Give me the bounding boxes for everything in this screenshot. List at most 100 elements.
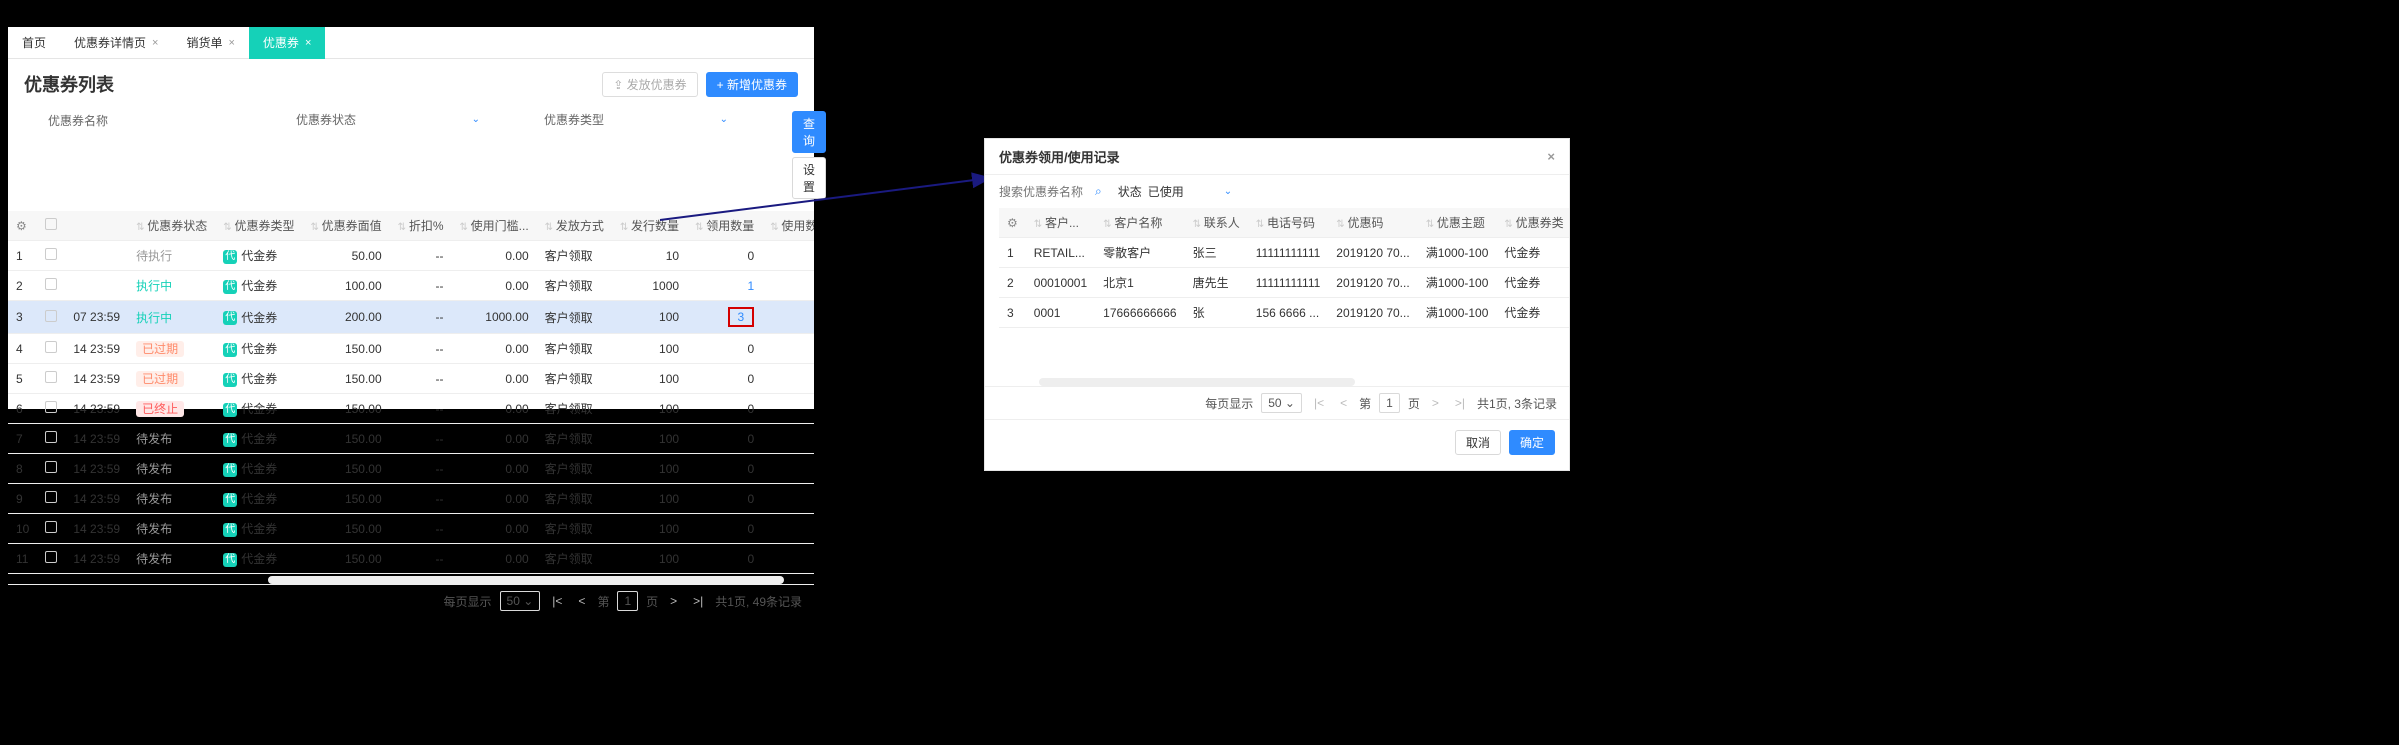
row-coupon-code: 2019120 70... bbox=[1328, 298, 1417, 328]
prev-page-icon[interactable]: < bbox=[574, 594, 589, 608]
first-page-icon[interactable]: |< bbox=[548, 594, 566, 608]
next-page-icon[interactable]: > bbox=[666, 594, 681, 608]
voucher-tag-icon: 代 bbox=[223, 553, 237, 567]
tab-coupon[interactable]: 优惠券× bbox=[249, 27, 325, 59]
type-header[interactable]: 优惠券类型 bbox=[215, 211, 302, 241]
table-row[interactable]: 1014 23:59待发布代代金券150.00--0.00客户领取10000↗▦ bbox=[8, 514, 814, 544]
tab-coupon-detail[interactable]: 优惠券详情页× bbox=[60, 27, 172, 59]
subject-header[interactable]: 优惠主题 bbox=[1418, 208, 1497, 238]
table-row[interactable]: 814 23:59待发布代代金券150.00--0.00客户领取10000↗▦ bbox=[8, 454, 814, 484]
table-row[interactable]: 1RETAIL...零散客户张三111111111112019120 70...… bbox=[999, 238, 1569, 268]
coupon-name-input[interactable] bbox=[116, 111, 236, 130]
row-threshold: 0.00 bbox=[451, 514, 536, 544]
voucher-tag-icon: 代 bbox=[223, 250, 237, 264]
page-input[interactable]: 1 bbox=[617, 591, 638, 611]
checkbox-header[interactable] bbox=[37, 211, 65, 241]
tab-home[interactable]: 首页 bbox=[8, 27, 60, 59]
share-icon: ⇪ bbox=[613, 78, 626, 92]
row-threshold: 0.00 bbox=[451, 454, 536, 484]
cancel-button[interactable]: 取消 bbox=[1455, 430, 1501, 455]
status-select[interactable]: ⌄ bbox=[364, 112, 484, 128]
gear-header[interactable]: ⚙ bbox=[8, 211, 37, 241]
code-header[interactable]: 优惠码 bbox=[1328, 208, 1417, 238]
settings-button[interactable]: 设置 bbox=[792, 157, 826, 199]
use-qty-header[interactable]: 使用数量 bbox=[762, 211, 814, 241]
cust-code-header[interactable]: 客户... bbox=[1026, 208, 1095, 238]
row-cust-name: 17666666666 bbox=[1095, 298, 1184, 328]
table-row[interactable]: 307 23:59执行中代代金券200.00--1000.00客户领取10031… bbox=[8, 301, 814, 334]
cust-name-header[interactable]: 客户名称 bbox=[1095, 208, 1184, 238]
table-row[interactable]: 714 23:59待发布代代金券150.00--0.00客户领取10000↗▦ bbox=[8, 424, 814, 454]
method-header[interactable]: 发放方式 bbox=[537, 211, 612, 241]
row-checkbox[interactable] bbox=[37, 394, 65, 424]
row-checkbox[interactable] bbox=[37, 424, 65, 454]
search-input[interactable] bbox=[999, 185, 1089, 199]
add-coupon-button[interactable]: + 新增优惠券 bbox=[706, 72, 798, 97]
row-checkbox[interactable] bbox=[37, 544, 65, 574]
confirm-button[interactable]: 确定 bbox=[1509, 430, 1555, 455]
row-type: 代代金券 bbox=[215, 301, 302, 334]
prev-page-icon[interactable]: < bbox=[1336, 396, 1351, 410]
distribute-coupon-button[interactable]: ⇪ 发放优惠券 bbox=[602, 72, 697, 97]
face-value-header[interactable]: 优惠券面值 bbox=[302, 211, 389, 241]
row-type: 代代金券 bbox=[215, 454, 302, 484]
row-discount: -- bbox=[390, 514, 452, 544]
modal-footer: 取消 确定 bbox=[985, 419, 1569, 465]
search-box[interactable]: ⌕ bbox=[999, 184, 1102, 199]
per-page-select[interactable]: 50 ⌄ bbox=[500, 591, 541, 611]
tab-sales-order[interactable]: 销货单× bbox=[172, 27, 248, 59]
row-checkbox[interactable] bbox=[37, 484, 65, 514]
claim-qty-header[interactable]: 领用数量 bbox=[687, 211, 762, 241]
row-type: 代代金券 bbox=[215, 424, 302, 454]
claim-count-link[interactable]: 3 bbox=[728, 307, 755, 327]
close-icon[interactable]: × bbox=[305, 27, 311, 59]
table-row[interactable]: 514 23:59已过期代代金券150.00--0.00客户领取10000↗▦ bbox=[8, 364, 814, 394]
table-row[interactable]: 2执行中代代金券100.00--0.00客户领取100010↗▦ bbox=[8, 271, 814, 301]
per-page-select[interactable]: 50 ⌄ bbox=[1261, 393, 1302, 413]
row-status: 待发布 bbox=[128, 514, 215, 544]
table-row[interactable]: 1114 23:59待发布代代金券150.00--0.00客户领取10000↗▦ bbox=[8, 544, 814, 574]
close-icon[interactable]: × bbox=[228, 27, 234, 59]
table-row[interactable]: 414 23:59已过期代代金券150.00--0.00客户领取10000↗▦ bbox=[8, 334, 814, 364]
table-row[interactable]: 1待执行代代金券50.00--0.00客户领取1000↗▦ bbox=[8, 241, 814, 271]
close-icon[interactable]: × bbox=[1547, 149, 1555, 164]
phone-header[interactable]: 电话号码 bbox=[1248, 208, 1329, 238]
table-row[interactable]: 614 23:59已终止代代金券150.00--0.00客户领取10000↗▦ bbox=[8, 394, 814, 424]
row-checkbox[interactable] bbox=[37, 241, 65, 271]
row-checkbox[interactable] bbox=[37, 514, 65, 544]
query-button[interactable]: 查询 bbox=[792, 111, 826, 153]
row-method: 客户领取 bbox=[537, 424, 612, 454]
status-filter-select[interactable]: 已使用⌄ bbox=[1148, 183, 1232, 200]
status-header[interactable]: 优惠券状态 bbox=[128, 211, 215, 241]
table-row[interactable]: 200010001北京1唐先生111111111112019120 70...满… bbox=[999, 268, 1569, 298]
table-row[interactable]: 3000117666666666张156 6666 ...2019120 70.… bbox=[999, 298, 1569, 328]
claim-count-link[interactable]: 1 bbox=[748, 279, 755, 293]
first-page-icon[interactable]: |< bbox=[1310, 396, 1328, 410]
row-checkbox[interactable] bbox=[37, 364, 65, 394]
row-use-qty: 0 bbox=[762, 514, 814, 544]
page-input[interactable]: 1 bbox=[1379, 393, 1400, 413]
row-checkbox[interactable] bbox=[37, 334, 65, 364]
issue-qty-header[interactable]: 发行数量 bbox=[612, 211, 687, 241]
row-checkbox[interactable] bbox=[37, 271, 65, 301]
last-page-icon[interactable]: >| bbox=[1451, 396, 1469, 410]
horizontal-scrollbar[interactable] bbox=[268, 576, 784, 584]
type-header[interactable]: 优惠券类 bbox=[1496, 208, 1569, 238]
close-icon[interactable]: × bbox=[152, 27, 158, 59]
usage-record-modal: 优惠券领用/使用记录 × ⌕ 状态 已使用⌄ ⚙ 客户... 客户名称 联系人 … bbox=[984, 138, 1570, 471]
discount-header[interactable]: 折扣% bbox=[390, 211, 452, 241]
row-checkbox[interactable] bbox=[37, 454, 65, 484]
threshold-header[interactable]: 使用门槛... bbox=[451, 211, 536, 241]
row-checkbox[interactable] bbox=[37, 301, 65, 334]
voucher-tag-icon: 代 bbox=[223, 433, 237, 447]
last-page-icon[interactable]: >| bbox=[689, 594, 707, 608]
row-method: 客户领取 bbox=[537, 394, 612, 424]
horizontal-scrollbar[interactable] bbox=[1039, 378, 1355, 386]
contact-header[interactable]: 联系人 bbox=[1185, 208, 1248, 238]
gear-header[interactable]: ⚙ bbox=[999, 208, 1026, 238]
row-type: 代代金券 bbox=[215, 514, 302, 544]
next-page-icon[interactable]: > bbox=[1428, 396, 1443, 410]
table-row[interactable]: 914 23:59待发布代代金券150.00--0.00客户领取10000↗▦ bbox=[8, 484, 814, 514]
modal-filter-bar: ⌕ 状态 已使用⌄ bbox=[985, 175, 1569, 208]
type-select[interactable]: ⌄ bbox=[612, 112, 732, 128]
